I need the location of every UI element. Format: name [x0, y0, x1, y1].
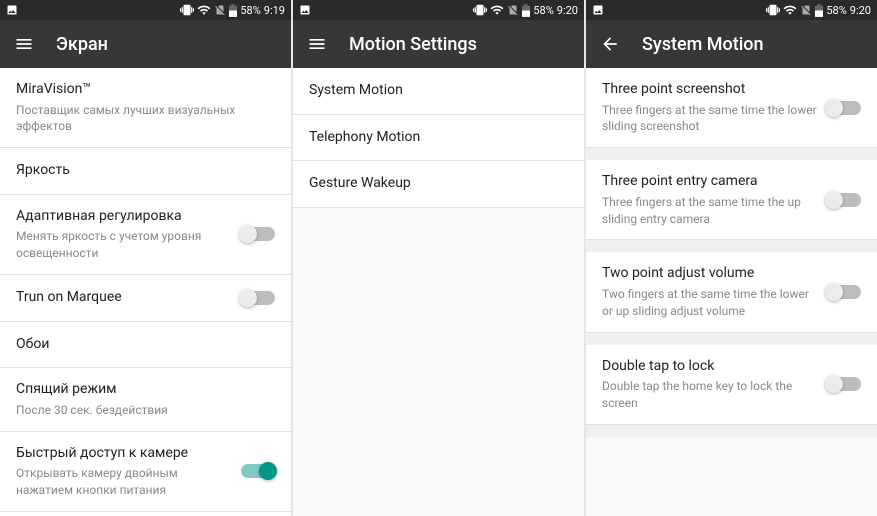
wifi-icon [783, 3, 797, 17]
app-bar: Экран [0, 20, 291, 68]
switch-lock[interactable] [827, 377, 861, 391]
item-subtitle: Открывать камеру двойным нажатием кнопки… [16, 465, 233, 499]
settings-list: MiraVision™ Поставщик самых лучших визуа… [0, 68, 291, 516]
app-bar: System Motion [586, 20, 877, 68]
page-title: Motion Settings [349, 34, 477, 55]
screen-display: 58% 9:19 Экран MiraVision™ Поставщик сам… [0, 0, 291, 516]
wifi-icon [490, 3, 504, 17]
battery-icon [229, 4, 237, 17]
item-title: Обои [16, 335, 267, 355]
screen-system-motion: 58% 9:20 System Motion Three point scree… [586, 0, 877, 516]
app-bar: Motion Settings [293, 20, 584, 68]
item-subtitle: Two fingers at the same time the lower o… [602, 286, 819, 320]
battery-text: 58% [826, 4, 846, 17]
image-icon [6, 4, 18, 16]
vibrate-icon [766, 3, 780, 17]
clock-text: 9:19 [264, 4, 285, 17]
divider [586, 333, 877, 345]
screen-motion-settings: 58% 9:20 Motion Settings System Motion T… [293, 0, 584, 516]
item-title: Three point screenshot [602, 80, 819, 100]
divider [586, 148, 877, 160]
divider [586, 425, 877, 437]
image-icon [592, 4, 604, 16]
page-title: System Motion [642, 34, 764, 55]
item-subtitle: Three fingers at the same time the lower… [602, 102, 819, 136]
item-gesture-wakeup[interactable]: Gesture Wakeup [293, 161, 584, 208]
hamburger-icon[interactable] [307, 34, 327, 54]
hamburger-icon[interactable] [14, 34, 34, 54]
item-title: System Motion [309, 81, 560, 101]
item-three-point-camera[interactable]: Three point entry camera Three fingers a… [586, 160, 877, 240]
switch-camera[interactable] [827, 193, 861, 207]
switch-adaptive[interactable] [241, 227, 275, 241]
image-icon [299, 4, 311, 16]
settings-list: Three point screenshot Three fingers at … [586, 68, 877, 516]
item-title: Быстрый доступ к камере [16, 444, 233, 464]
item-title: Яркость [16, 161, 267, 181]
item-three-point-screenshot[interactable]: Three point screenshot Three fingers at … [586, 68, 877, 148]
settings-list: System Motion Telephony Motion Gesture W… [293, 68, 584, 516]
clock-text: 9:20 [557, 4, 578, 17]
wifi-icon [197, 3, 211, 17]
divider [586, 240, 877, 252]
switch-marquee[interactable] [241, 291, 275, 305]
item-sleep[interactable]: Спящий режим После 30 сек. бездействия [0, 368, 291, 431]
status-bar: 58% 9:19 [0, 0, 291, 20]
item-marquee[interactable]: Trun on Marquee [0, 275, 291, 322]
item-subtitle: Three fingers at the same time the up sl… [602, 194, 819, 228]
no-sim-icon [800, 4, 812, 16]
status-bar: 58% 9:20 [586, 0, 877, 20]
item-title: Trun on Marquee [16, 288, 233, 308]
item-subtitle: Менять яркость с учетом уровня освещенно… [16, 228, 233, 262]
item-subtitle: После 30 сек. бездействия [16, 402, 267, 419]
switch-screenshot[interactable] [827, 101, 861, 115]
item-title: Double tap to lock [602, 357, 819, 377]
item-title: Gesture Wakeup [309, 174, 560, 194]
item-system-motion[interactable]: System Motion [293, 68, 584, 115]
no-sim-icon [214, 4, 226, 16]
item-title: Адаптивная регулировка [16, 207, 233, 227]
item-adaptive[interactable]: Адаптивная регулировка Менять яркость с … [0, 195, 291, 275]
item-double-tap-lock[interactable]: Double tap to lock Double tap the home k… [586, 345, 877, 425]
vibrate-icon [473, 3, 487, 17]
item-title: Three point entry camera [602, 172, 819, 192]
item-wallpaper[interactable]: Обои [0, 322, 291, 369]
switch-camera-quick[interactable] [241, 464, 275, 478]
back-icon[interactable] [600, 34, 620, 54]
battery-icon [815, 4, 823, 17]
status-bar: 58% 9:20 [293, 0, 584, 20]
clock-text: 9:20 [850, 4, 871, 17]
item-subtitle: Поставщик самых лучших визуальных эффект… [16, 102, 267, 136]
vibrate-icon [180, 3, 194, 17]
item-two-point-volume[interactable]: Two point adjust volume Two fingers at t… [586, 252, 877, 332]
battery-text: 58% [240, 4, 260, 17]
item-title: Two point adjust volume [602, 264, 819, 284]
item-title: MiraVision™ [16, 80, 267, 100]
item-screensaver[interactable]: Заставка Часы [0, 512, 291, 516]
no-sim-icon [507, 4, 519, 16]
item-title: Спящий режим [16, 380, 267, 400]
battery-icon [522, 4, 530, 17]
battery-text: 58% [533, 4, 553, 17]
item-telephony-motion[interactable]: Telephony Motion [293, 115, 584, 162]
item-title: Telephony Motion [309, 128, 560, 148]
item-subtitle: Double tap the home key to lock the scre… [602, 378, 819, 412]
item-camera-quick[interactable]: Быстрый доступ к камере Открывать камеру… [0, 432, 291, 512]
item-miravision[interactable]: MiraVision™ Поставщик самых лучших визуа… [0, 68, 291, 148]
page-title: Экран [56, 34, 108, 55]
switch-volume[interactable] [827, 285, 861, 299]
item-brightness[interactable]: Яркость [0, 148, 291, 195]
